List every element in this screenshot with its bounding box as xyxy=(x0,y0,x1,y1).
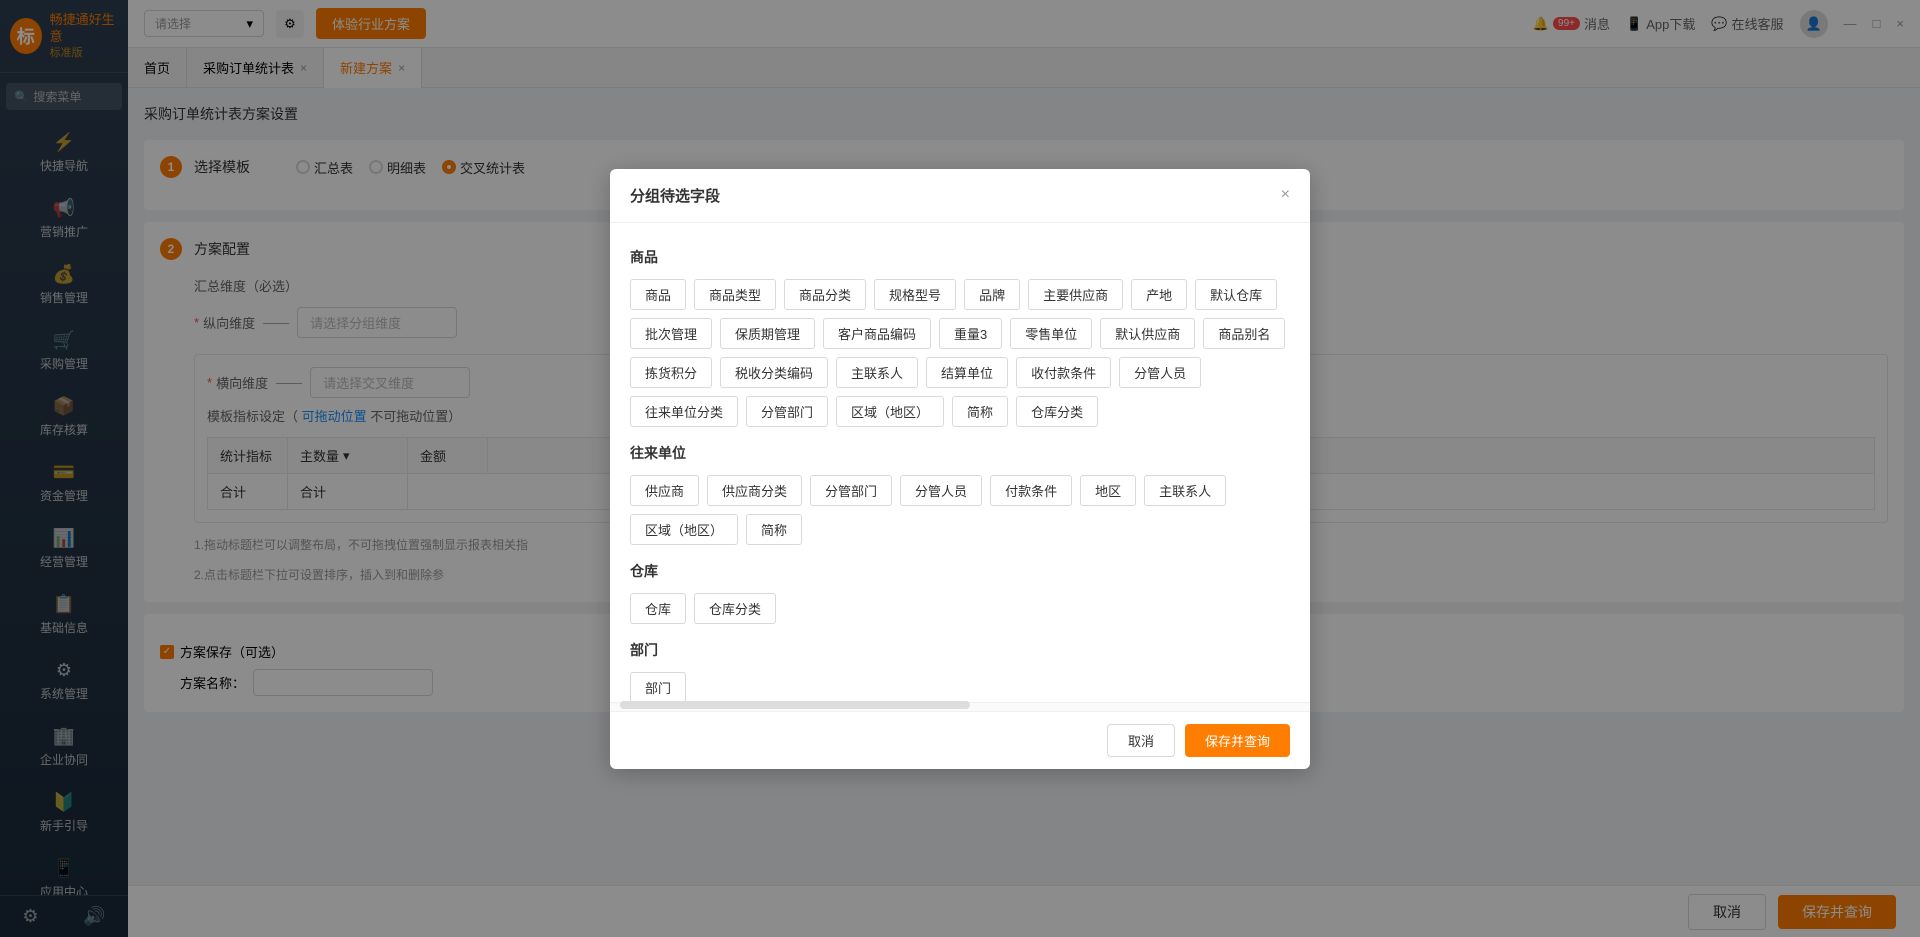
section-product-title: 商品 xyxy=(630,247,1290,267)
field-warehouse-category[interactable]: 仓库分类 xyxy=(1016,396,1098,427)
field-product-type[interactable]: 商品类型 xyxy=(694,279,776,310)
field-dept[interactable]: 分管部门 xyxy=(746,396,828,427)
dialog-footer: 取消 保存并查询 xyxy=(610,711,1310,769)
section-department-title: 部门 xyxy=(630,640,1290,660)
field-product-alias[interactable]: 商品别名 xyxy=(1203,318,1285,349)
section-counterpart-fields: 供应商 供应商分类 分管部门 分管人员 付款条件 地区 主联系人 区域（地区） … xyxy=(630,475,1290,545)
field-warehouse-cat[interactable]: 仓库分类 xyxy=(694,593,776,624)
field-default-warehouse[interactable]: 默认仓库 xyxy=(1195,279,1277,310)
section-department-fields: 部门 xyxy=(630,672,1290,702)
field-manager[interactable]: 分管人员 xyxy=(1119,357,1201,388)
field-origin[interactable]: 产地 xyxy=(1131,279,1187,310)
field-short-name2[interactable]: 简称 xyxy=(746,514,802,545)
field-product-category[interactable]: 商品分类 xyxy=(784,279,866,310)
field-tax-code[interactable]: 税收分类编码 xyxy=(720,357,828,388)
field-supplier-category[interactable]: 供应商分类 xyxy=(707,475,802,506)
field-settlement-unit[interactable]: 结算单位 xyxy=(926,357,1008,388)
field-main-contact[interactable]: 主联系人 xyxy=(836,357,918,388)
dialog-header: 分组待选字段 × xyxy=(610,169,1310,223)
field-customer-code[interactable]: 客户商品编码 xyxy=(823,318,931,349)
field-dept2[interactable]: 分管部门 xyxy=(810,475,892,506)
field-dept3[interactable]: 部门 xyxy=(630,672,686,702)
dialog: 分组待选字段 × 商品 商品 商品类型 商品分类 规格型号 品牌 主要供应商 产… xyxy=(610,169,1310,769)
field-spec-model[interactable]: 规格型号 xyxy=(874,279,956,310)
field-dept-staff[interactable]: 分管人员 xyxy=(900,475,982,506)
dialog-close-icon[interactable]: × xyxy=(1281,186,1290,204)
field-region-area[interactable]: 区域（地区） xyxy=(630,514,738,545)
dialog-body: 商品 商品 商品类型 商品分类 规格型号 品牌 主要供应商 产地 默认仓库 批次… xyxy=(610,223,1310,702)
field-default-supplier[interactable]: 默认供应商 xyxy=(1100,318,1195,349)
field-region2[interactable]: 地区 xyxy=(1080,475,1136,506)
dialog-cancel-btn[interactable]: 取消 xyxy=(1107,724,1175,757)
field-pick-score[interactable]: 拣货积分 xyxy=(630,357,712,388)
dialog-confirm-btn[interactable]: 保存并查询 xyxy=(1185,724,1290,757)
dialog-overlay: 分组待选字段 × 商品 商品 商品类型 商品分类 规格型号 品牌 主要供应商 产… xyxy=(0,0,1920,937)
dialog-title: 分组待选字段 xyxy=(630,185,720,206)
field-supplier[interactable]: 供应商 xyxy=(630,475,699,506)
dialog-scrollbar-thumb xyxy=(620,701,970,709)
field-payment-terms[interactable]: 收付款条件 xyxy=(1016,357,1111,388)
field-region[interactable]: 区域（地区） xyxy=(836,396,944,427)
section-warehouse-title: 仓库 xyxy=(630,561,1290,581)
section-counterpart-title: 往来单位 xyxy=(630,443,1290,463)
field-brand[interactable]: 品牌 xyxy=(964,279,1020,310)
field-short-name[interactable]: 简称 xyxy=(952,396,1008,427)
field-payment-cond[interactable]: 付款条件 xyxy=(990,475,1072,506)
field-from-unit-category[interactable]: 往来单位分类 xyxy=(630,396,738,427)
section-product-fields: 商品 商品类型 商品分类 规格型号 品牌 主要供应商 产地 默认仓库 批次管理 … xyxy=(630,279,1290,427)
field-batch-management[interactable]: 批次管理 xyxy=(630,318,712,349)
field-product[interactable]: 商品 xyxy=(630,279,686,310)
field-retail-unit[interactable]: 零售单位 xyxy=(1010,318,1092,349)
section-warehouse-fields: 仓库 仓库分类 xyxy=(630,593,1290,624)
field-main-supplier[interactable]: 主要供应商 xyxy=(1028,279,1123,310)
field-shelf-life[interactable]: 保质期管理 xyxy=(720,318,815,349)
field-weight3[interactable]: 重量3 xyxy=(939,318,1002,349)
dialog-scrollbar-track xyxy=(610,702,1310,711)
field-warehouse[interactable]: 仓库 xyxy=(630,593,686,624)
field-contact2[interactable]: 主联系人 xyxy=(1144,475,1226,506)
